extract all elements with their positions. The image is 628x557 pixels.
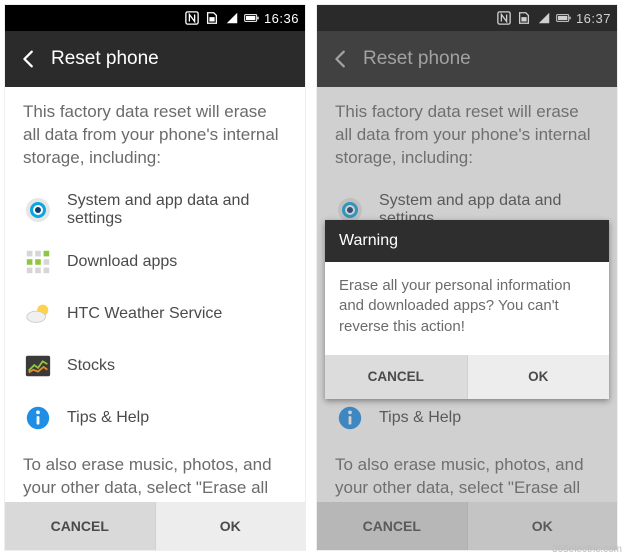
list-item: Tips & Help	[335, 392, 599, 444]
list-item-label: Tips & Help	[379, 409, 461, 427]
sim-icon	[204, 10, 220, 26]
list-item: Stocks	[23, 340, 287, 392]
dialog-body: Erase all your personal information and …	[325, 262, 609, 355]
dialog-ok-button[interactable]: OK	[468, 355, 610, 399]
list-item-label: System and app data and settings	[67, 192, 287, 228]
dialog-title: Warning	[325, 220, 609, 262]
page-title: Reset phone	[363, 48, 471, 70]
button-bar: CANCEL OK	[5, 502, 305, 550]
list-item: Tips & Help	[23, 392, 287, 444]
back-icon	[327, 45, 355, 73]
phone-screen-right: 16:37 Reset phone This factory data rese…	[316, 4, 618, 551]
list-item-label: Stocks	[67, 357, 115, 375]
list-item-label: Download apps	[67, 253, 177, 271]
stocks-icon	[23, 351, 53, 381]
warning-dialog: Warning Erase all your personal informat…	[325, 220, 609, 399]
content-area: This factory data reset will erase all d…	[5, 87, 305, 523]
cancel-button: CANCEL	[317, 502, 468, 550]
status-bar: 16:36	[5, 5, 305, 31]
status-bar: 16:37	[317, 5, 617, 31]
ok-button: OK	[468, 502, 618, 550]
ok-button[interactable]: OK	[156, 502, 306, 550]
cancel-button[interactable]: CANCEL	[5, 502, 156, 550]
list-item: System and app data and settings	[23, 184, 287, 236]
page-title: Reset phone	[51, 48, 159, 70]
title-bar: Reset phone	[317, 31, 617, 87]
dialog-button-bar: CANCEL OK	[325, 355, 609, 399]
weather-icon	[23, 299, 53, 329]
list-item: Download apps	[23, 236, 287, 288]
nfc-icon	[496, 10, 512, 26]
list-item-label: HTC Weather Service	[67, 305, 222, 323]
tips-icon	[335, 403, 365, 433]
button-bar: CANCEL OK	[317, 502, 617, 550]
battery-icon	[244, 10, 260, 26]
intro-text: This factory data reset will erase all d…	[23, 101, 287, 170]
signal-icon	[536, 10, 552, 26]
list-item-label: Tips & Help	[67, 409, 149, 427]
tips-icon	[23, 403, 53, 433]
status-time: 16:36	[264, 11, 299, 26]
battery-icon	[556, 10, 572, 26]
dialog-cancel-button[interactable]: CANCEL	[325, 355, 468, 399]
list-item: HTC Weather Service	[23, 288, 287, 340]
phone-screen-left: 16:36 Reset phone This factory data rese…	[4, 4, 306, 551]
title-bar: Reset phone	[5, 31, 305, 87]
signal-icon	[224, 10, 240, 26]
back-icon[interactable]	[15, 45, 43, 73]
intro-text: This factory data reset will erase all d…	[335, 101, 599, 170]
nfc-icon	[184, 10, 200, 26]
system-icon	[23, 195, 53, 225]
sim-icon	[516, 10, 532, 26]
watermark: 365electric.com	[552, 544, 622, 555]
download-icon	[23, 247, 53, 277]
status-time: 16:37	[576, 11, 611, 26]
